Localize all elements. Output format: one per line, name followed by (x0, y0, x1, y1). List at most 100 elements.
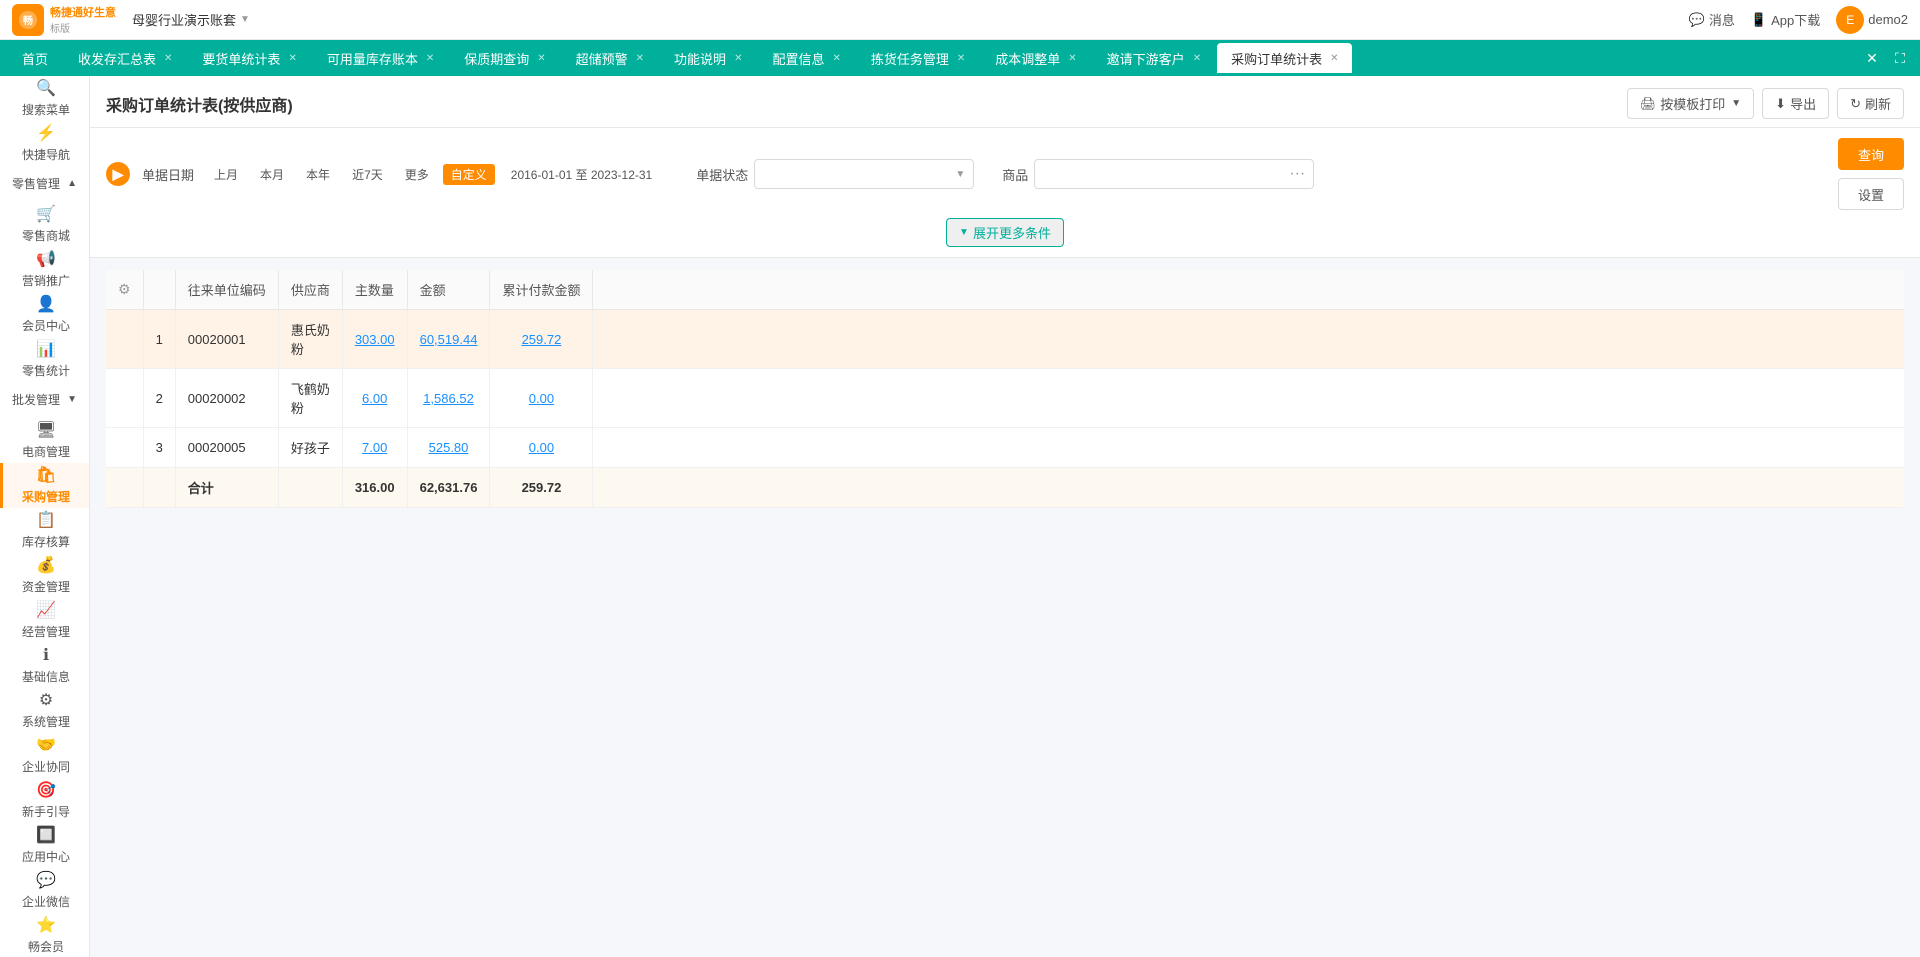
sidebar-item-finance[interactable]: 💰 资金管理 (0, 552, 89, 597)
table-settings-gear-icon[interactable]: ⚙ (118, 281, 131, 297)
refresh-button[interactable]: ↻ 刷新 (1837, 88, 1904, 119)
sidebar-item-marketing[interactable]: 📢 营销推广 (0, 247, 89, 292)
main-qty-link[interactable]: 6.00 (362, 391, 387, 406)
close-purchase-summary-icon[interactable]: ✕ (1330, 53, 1338, 64)
sidebar-item-retail-stats[interactable]: 📊 零售统计 (0, 337, 89, 382)
tab-receive-send[interactable]: 收发存汇总表 ✕ (64, 43, 186, 73)
operations-icon: 📈 (36, 600, 56, 620)
row-paid-amount-cell: 0.00 (490, 428, 593, 468)
export-label: 导出 (1790, 94, 1816, 113)
date-range-value-display: 2016-01-01 至 2023-12-31 (511, 166, 652, 183)
paid-amount-link[interactable]: 0.00 (529, 440, 554, 455)
message-action[interactable]: 💬 消息 (1689, 10, 1735, 29)
sidebar-item-quick-nav[interactable]: ⚡ 快捷导航 (0, 121, 89, 166)
date-custom-tag[interactable]: 自定义 (443, 164, 495, 185)
main-qty-link[interactable]: 7.00 (362, 440, 387, 455)
footer-supplier-cell (278, 468, 342, 508)
tab-invite-downstream[interactable]: 邀请下游客户 ✕ (1093, 43, 1215, 73)
query-button[interactable]: 查询 (1838, 138, 1904, 170)
tab-config-info-label: 配置信息 (772, 49, 824, 68)
sidebar-item-member-center[interactable]: 👤 会员中心 (0, 292, 89, 337)
amount-link[interactable]: 525.80 (429, 440, 469, 455)
member-center-icon: 👤 (36, 294, 56, 314)
sidebar-item-operations[interactable]: 📈 经营管理 (0, 597, 89, 642)
close-available-stock-icon[interactable]: ✕ (426, 53, 434, 64)
sidebar-item-enterprise-wechat[interactable]: 💬 企业微信 (0, 867, 89, 912)
table-header-row: ⚙ 往来单位编码 供应商 主数量 金额 累计付款金额 (106, 270, 1904, 310)
svg-text:畅: 畅 (23, 14, 33, 27)
sidebar-item-retail-mgmt[interactable]: 零售管理 ▲ (0, 166, 89, 202)
sidebar-item-app-center[interactable]: 🔲 应用中心 (0, 822, 89, 867)
close-overstock-icon[interactable]: ✕ (636, 53, 644, 64)
settings-button[interactable]: 设置 (1838, 178, 1904, 210)
page-title: 采购订单统计表(按供应商) (106, 92, 293, 116)
tab-available-stock[interactable]: 可用量库存账本 ✕ (313, 43, 448, 73)
home-label: 首页 (22, 49, 48, 68)
row-num-cell: 2 (143, 369, 175, 428)
top-bar: 畅 畅捷通好生意 标版 母婴行业演示账套 ▼ 💬 消息 📱 App下载 E de… (0, 0, 1920, 40)
sidebar-item-ecommerce-mgmt[interactable]: 🖥 电商管理 (0, 418, 89, 463)
chevron-down-more-icon: ▼ (959, 227, 969, 238)
tab-config-info[interactable]: 配置信息 ✕ (758, 43, 854, 73)
row-supplier-code-cell: 00020001 (175, 310, 278, 369)
export-button[interactable]: ⬇ 导出 (1762, 88, 1829, 119)
close-receive-send-icon[interactable]: ✕ (164, 53, 172, 64)
amount-link[interactable]: 1,586.52 (423, 391, 474, 406)
sidebar-item-purchase-mgmt[interactable]: 🛍 采购管理 (0, 463, 89, 508)
sidebar-item-retail-shop[interactable]: 🛒 零售商城 (0, 202, 89, 247)
footer-label-cell: 合计 (175, 468, 278, 508)
amount-link[interactable]: 60,519.44 (420, 332, 478, 347)
tab-purchase-summary[interactable]: 采购订单统计表 ✕ (1217, 43, 1352, 73)
tab-pick-task[interactable]: 拣货任务管理 ✕ (857, 43, 979, 73)
sidebar-item-new-guide[interactable]: 🎯 新手引导 (0, 777, 89, 822)
main-qty-link[interactable]: 303.00 (355, 332, 395, 347)
date-curr-month-button[interactable]: 本月 (252, 164, 292, 185)
sidebar-basic-info-label: 基础信息 (22, 668, 70, 685)
arrow-right-icon: ▶ (113, 166, 124, 183)
date-more-button[interactable]: 更多 (397, 164, 437, 185)
tab-shelf-life[interactable]: 保质期查询 ✕ (450, 43, 559, 73)
expand-more-conditions-button[interactable]: ▼ 展开更多条件 (946, 218, 1064, 247)
close-function-desc-icon[interactable]: ✕ (734, 53, 742, 64)
tab-function-desc[interactable]: 功能说明 ✕ (660, 43, 756, 73)
sidebar-item-wholesale-mgmt[interactable]: 批发管理 ▼ (0, 382, 89, 418)
close-order-summary-icon[interactable]: ✕ (288, 53, 296, 64)
close-invite-downstream-icon[interactable]: ✕ (1193, 53, 1201, 64)
sidebar-item-member-club[interactable]: ⭐ 畅会员 (0, 912, 89, 957)
print-button[interactable]: 🖨 按模板打印 ▼ (1627, 88, 1754, 119)
close-pick-task-icon[interactable]: ✕ (957, 53, 965, 64)
app-download-action[interactable]: 📱 App下载 (1751, 10, 1820, 29)
sidebar-system-mgmt-label: 系统管理 (22, 713, 70, 730)
sidebar-item-search[interactable]: 🔍 搜索菜单 (0, 76, 89, 121)
nav-fullscreen-icon[interactable]: ⛶ (1888, 46, 1912, 70)
sidebar-item-inventory[interactable]: 📋 库存核算 (0, 508, 89, 553)
close-config-info-icon[interactable]: ✕ (832, 53, 840, 64)
date-prev-month-button[interactable]: 上月 (206, 164, 246, 185)
retail-stats-icon: 📊 (36, 339, 56, 359)
status-filter-select[interactable]: ▼ (754, 159, 974, 189)
sidebar-item-enterprise[interactable]: 🤝 企业协同 (0, 732, 89, 777)
row-amount-cell: 525.80 (407, 428, 490, 468)
row-supplier-code-cell: 00020005 (175, 428, 278, 468)
row-extra-cell (593, 428, 1904, 468)
goods-filter-input[interactable]: ··· (1034, 159, 1314, 189)
paid-amount-link[interactable]: 0.00 (529, 391, 554, 406)
user-area[interactable]: E demo2 (1836, 6, 1908, 34)
goods-ellipsis-icon[interactable]: ··· (1289, 165, 1305, 183)
tab-home[interactable]: 首页 (8, 43, 62, 73)
date-curr-year-button[interactable]: 本年 (298, 164, 338, 185)
tab-overstock[interactable]: 超储预警 ✕ (562, 43, 658, 73)
tab-cost-adjust[interactable]: 成本调整单 ✕ (981, 43, 1090, 73)
sidebar-item-system-mgmt[interactable]: ⚙ 系统管理 (0, 687, 89, 732)
close-cost-adjust-icon[interactable]: ✕ (1068, 53, 1076, 64)
workspace-selector[interactable]: 母婴行业演示账套 ▼ (124, 6, 258, 33)
paid-amount-link[interactable]: 259.72 (522, 332, 562, 347)
tab-order-summary[interactable]: 要货单统计表 ✕ (188, 43, 310, 73)
filter-toggle-button[interactable]: ▶ (106, 162, 130, 186)
close-shelf-life-icon[interactable]: ✕ (537, 53, 545, 64)
nav-close-all-icon[interactable]: ✕ (1860, 46, 1884, 70)
date-quick-buttons: 上月 本月 本年 近7天 更多 自定义 (206, 164, 495, 185)
date-recent-7-button[interactable]: 近7天 (344, 164, 391, 185)
sidebar-enterprise-label: 企业协同 (22, 758, 70, 775)
sidebar-item-basic-info[interactable]: ℹ 基础信息 (0, 642, 89, 687)
